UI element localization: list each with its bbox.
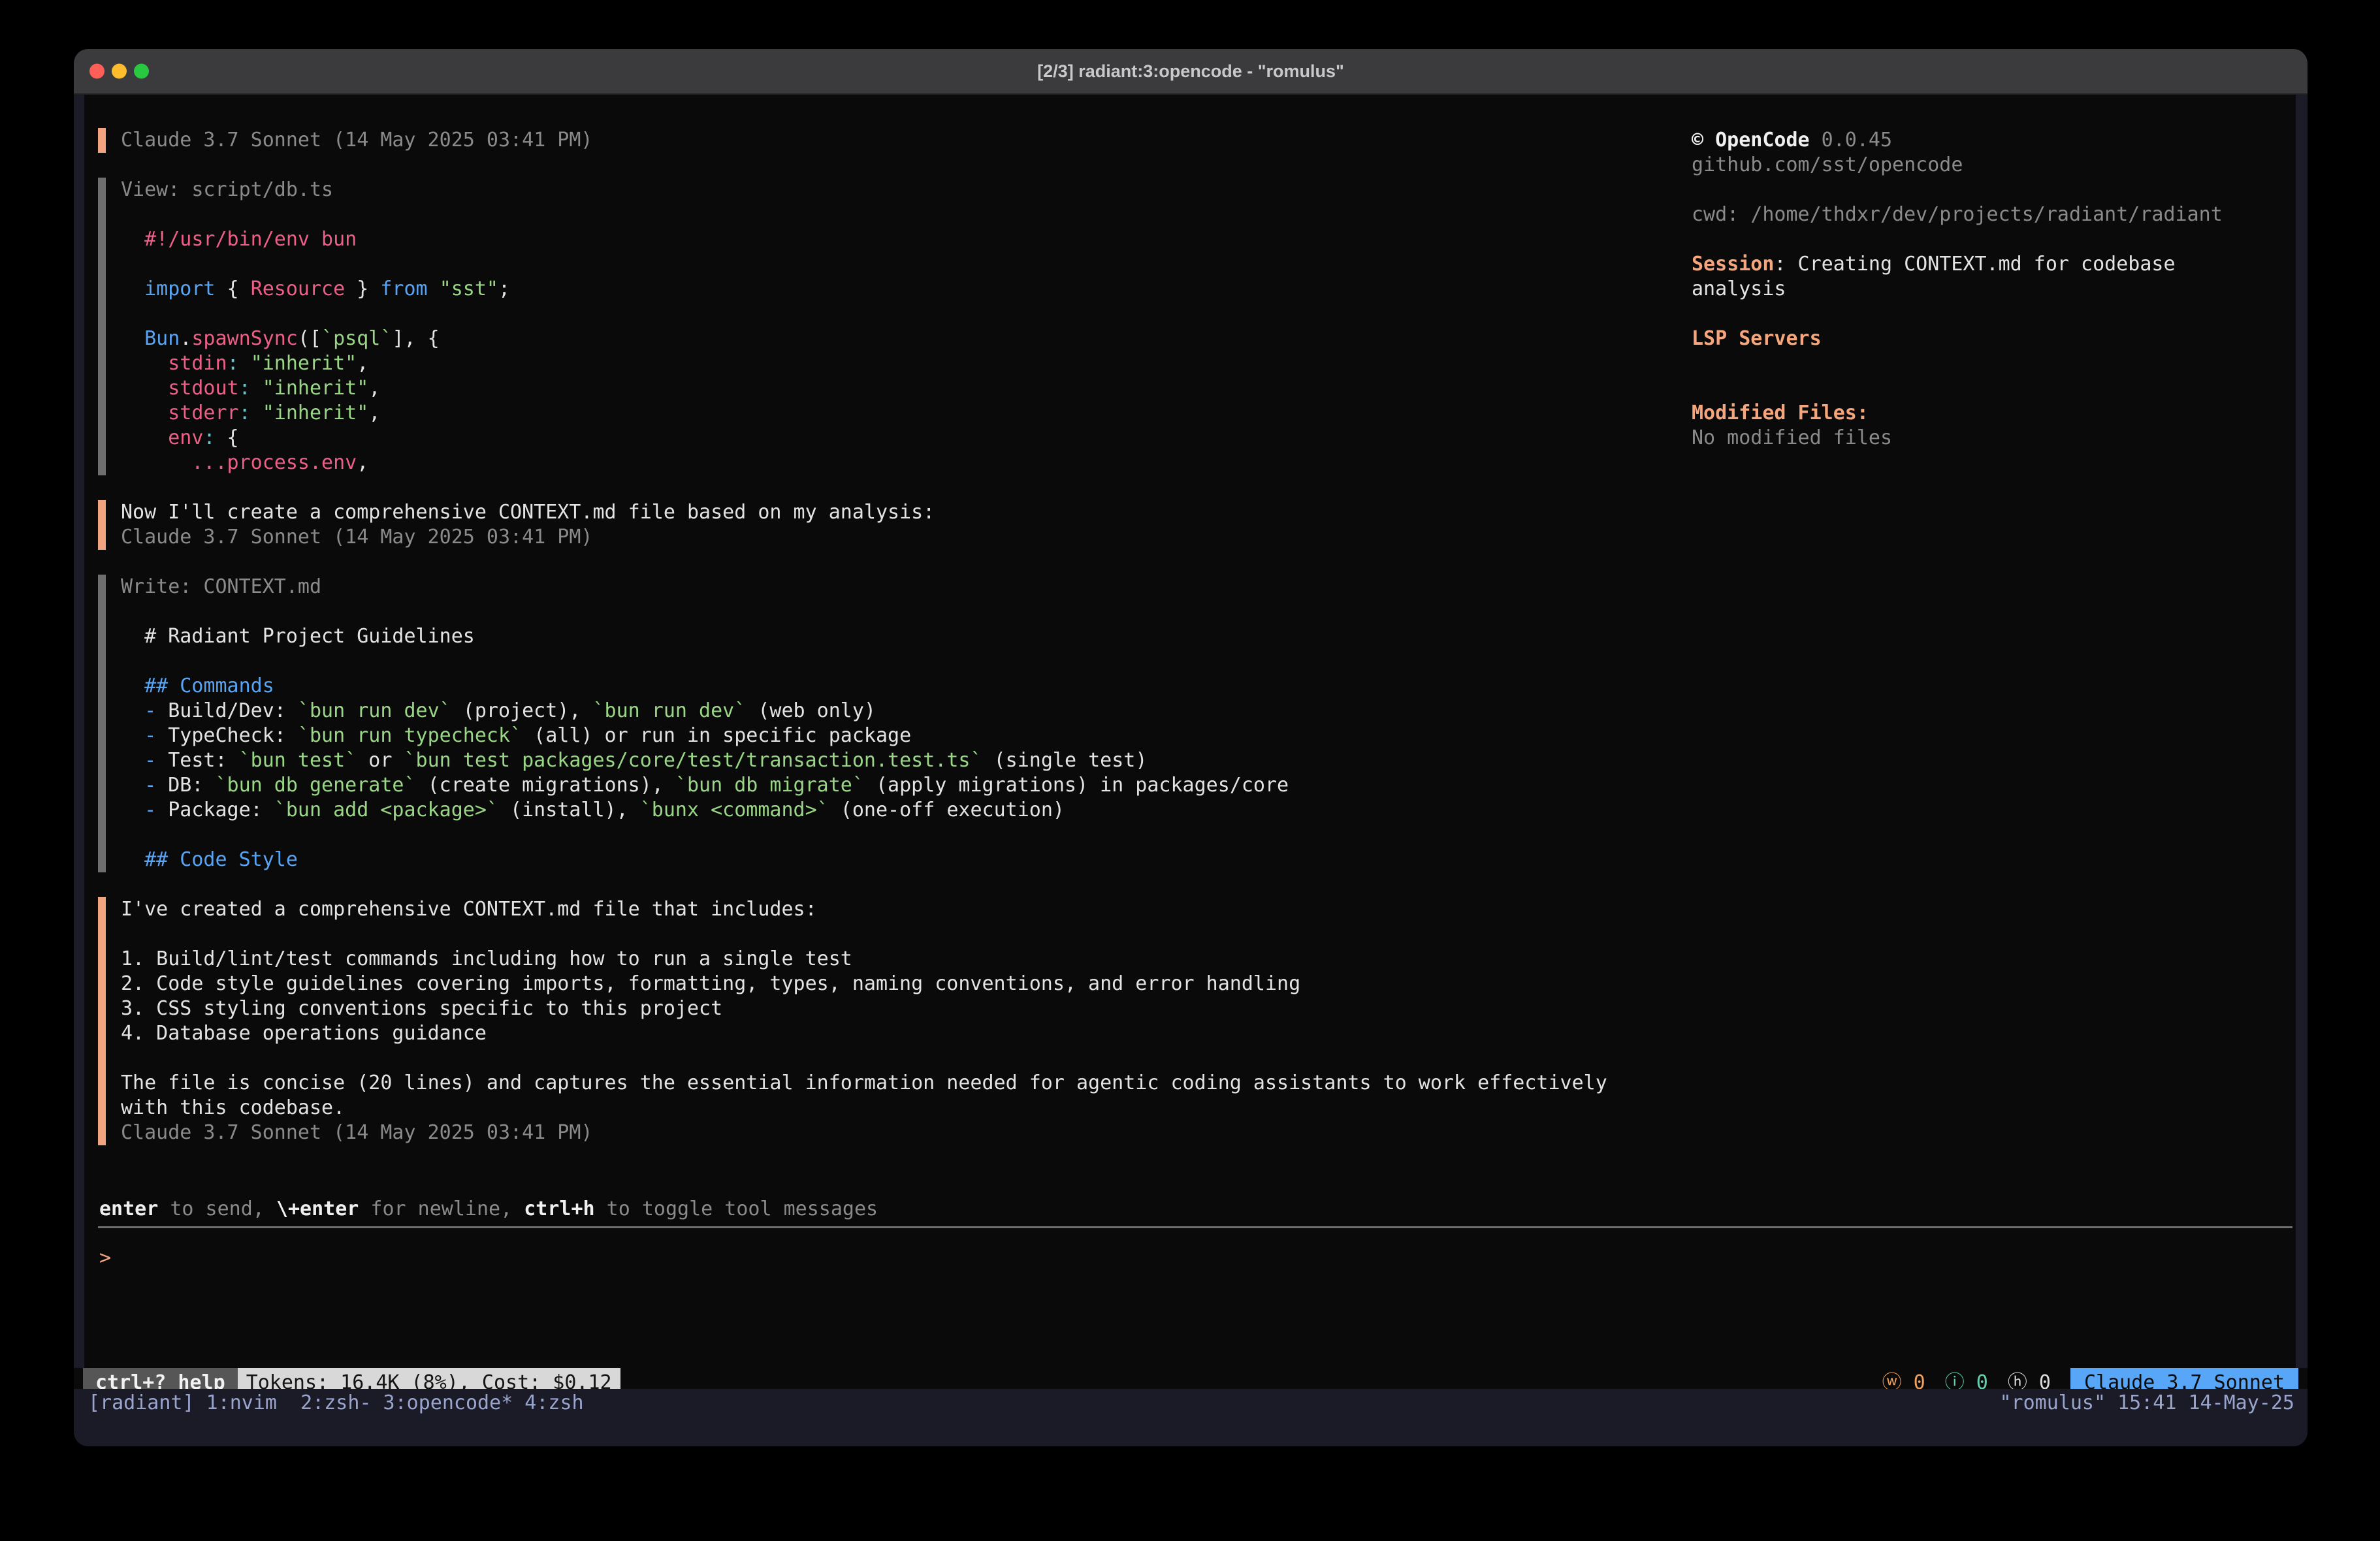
text-line: 2. Code style guidelines covering import… (121, 972, 1626, 996)
input-divider (98, 1226, 2292, 1228)
text-line: env: { (121, 426, 1626, 451)
text-line: Write: CONTEXT.md (121, 575, 1626, 599)
text-line (1692, 227, 2273, 252)
text-line: Now I'll create a comprehensive CONTEXT.… (121, 500, 1626, 525)
text-line: github.com/sst/opencode (1692, 153, 2273, 178)
text-line: View: script/db.ts (121, 178, 1626, 202)
text-line: 3. CSS styling conventions specific to t… (121, 996, 1626, 1021)
assistant-message-header: Claude 3.7 Sonnet (14 May 2025 03:41 PM) (98, 128, 1626, 153)
text-line: Claude 3.7 Sonnet (14 May 2025 03:41 PM) (121, 525, 1626, 550)
tool-view-block: View: script/db.ts #!/usr/bin/env bun im… (98, 178, 1626, 475)
text-line: 1. Build/lint/test commands including ho… (121, 947, 1626, 972)
left-gutter (74, 95, 84, 1368)
hint-bar: enter to send, \+enter for newline, ctrl… (99, 1197, 878, 1222)
text-line: cwd: /home/thdxr/dev/projects/radiant/ra… (1692, 202, 2273, 227)
text-line (121, 252, 1626, 277)
text-line: # Radiant Project Guidelines (121, 624, 1626, 649)
text-line: Modified Files: (1692, 401, 2273, 426)
tmux-session-clock: "romulus" 15:41 14-May-25 (1999, 1390, 2294, 1417)
sidebar-content: © OpenCode 0.0.45github.com/sst/opencode… (1692, 128, 2273, 451)
text-line (121, 202, 1626, 227)
text-line: Claude 3.7 Sonnet (14 May 2025 03:41 PM) (121, 128, 1626, 153)
right-scroll-gutter (2296, 95, 2308, 1368)
text-line: 4. Database operations guidance (121, 1021, 1626, 1046)
traffic-lights (89, 64, 149, 79)
text-line: import { Resource } from "sst"; (121, 277, 1626, 302)
text-line (1692, 302, 2273, 326)
text-line: stderr: "inherit", (121, 401, 1626, 426)
text-line: © OpenCode 0.0.45 (1692, 128, 2273, 153)
text-line: - DB: `bun db generate` (create migratio… (121, 773, 1626, 798)
text-line: - TypeCheck: `bun run typecheck` (all) o… (121, 723, 1626, 748)
text-line: ## Code Style (121, 848, 1626, 872)
text-line (121, 922, 1626, 947)
tmux-window-list[interactable]: [radiant] 1:nvim 2:zsh- 3:opencode* 4:zs… (88, 1390, 584, 1417)
titlebar[interactable]: [2/3] radiant:3:opencode - "romulus" (74, 49, 2308, 95)
close-button[interactable] (89, 64, 105, 79)
text-line: Session: Creating CONTEXT.md for codebas… (1692, 252, 2273, 302)
text-line: - Package: `bun add <package>` (install)… (121, 798, 1626, 823)
text-line: Claude 3.7 Sonnet (14 May 2025 03:41 PM) (121, 1120, 1626, 1145)
text-line: Bun.spawnSync([`psql`], { (121, 326, 1626, 351)
assistant-message: Now I'll create a comprehensive CONTEXT.… (98, 500, 1626, 550)
text-line: - Test: `bun test` or `bun test packages… (121, 748, 1626, 773)
text-line: ## Commands (121, 674, 1626, 699)
prompt-input[interactable]: > (99, 1246, 111, 1271)
text-line: #!/usr/bin/env bun (121, 227, 1626, 252)
conversation: Claude 3.7 Sonnet (14 May 2025 03:41 PM)… (98, 128, 1626, 1170)
text-line (1692, 178, 2273, 202)
text-line: I've created a comprehensive CONTEXT.md … (121, 897, 1626, 922)
minimize-button[interactable] (112, 64, 127, 79)
text-line (121, 599, 1626, 624)
text-line (1692, 351, 2273, 376)
prompt-symbol: > (99, 1247, 111, 1269)
text-line (1692, 376, 2273, 401)
text-line: ...process.env, (121, 451, 1626, 475)
text-line (121, 1046, 1626, 1071)
tmux-status-bar: [radiant] 1:nvim 2:zsh- 3:opencode* 4:zs… (74, 1389, 2308, 1446)
text-line: The file is concise (20 lines) and captu… (121, 1071, 1626, 1120)
terminal-content: Claude 3.7 Sonnet (14 May 2025 03:41 PM)… (74, 95, 2308, 1446)
terminal-window: [2/3] radiant:3:opencode - "romulus" Cla… (74, 49, 2308, 1446)
zoom-button[interactable] (134, 64, 149, 79)
text-line (121, 649, 1626, 674)
tool-write-block: Write: CONTEXT.md # Radiant Project Guid… (98, 575, 1626, 872)
assistant-message: I've created a comprehensive CONTEXT.md … (98, 897, 1626, 1145)
text-line (121, 823, 1626, 848)
text-line: LSP Servers (1692, 326, 2273, 351)
window-title: [2/3] radiant:3:opencode - "romulus" (1037, 61, 1344, 82)
text-line: No modified files (1692, 426, 2273, 451)
text-line: stdout: "inherit", (121, 376, 1626, 401)
text-line (121, 302, 1626, 326)
text-line: stdin: "inherit", (121, 351, 1626, 376)
text-line: - Build/Dev: `bun run dev` (project), `b… (121, 699, 1626, 723)
